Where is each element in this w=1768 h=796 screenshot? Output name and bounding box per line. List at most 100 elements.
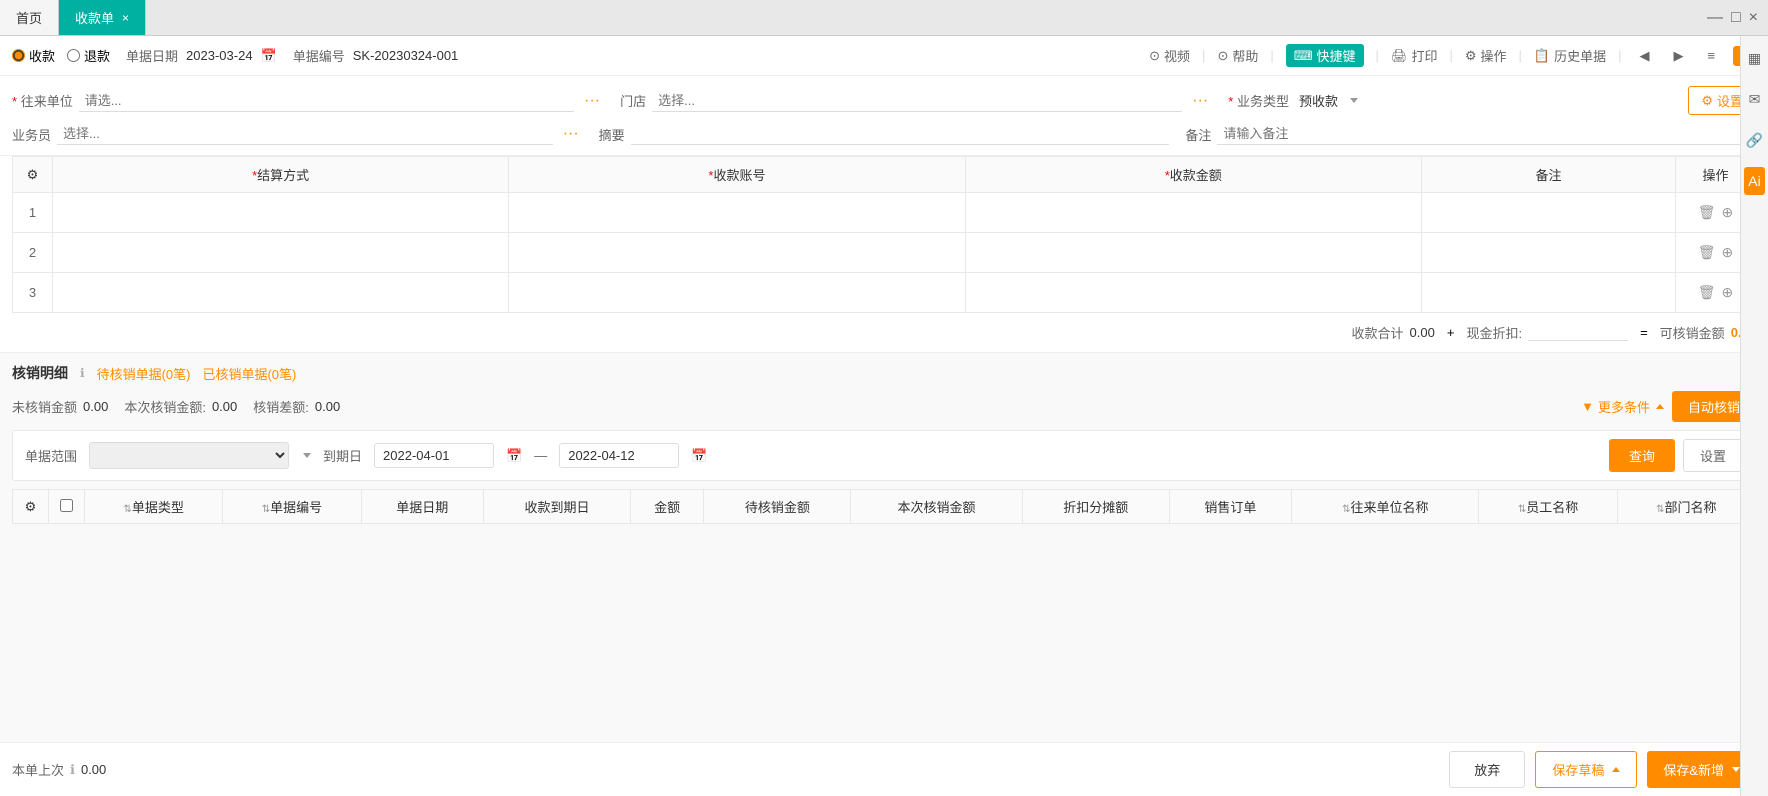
reconcile-info-icon[interactable]: ℹ [80,366,85,380]
query-btn[interactable]: 查询 [1609,439,1675,472]
date-from-input[interactable] [374,443,494,468]
bottom-col-doc-type: ⇅单据类型 [85,490,223,524]
help-btn[interactable]: ⊙ 帮助 [1217,46,1258,65]
row-2-account[interactable] [509,233,965,273]
row-2-copy-btn[interactable]: ⊕ [1722,244,1734,261]
store-more-btn[interactable]: ··· [1188,92,1212,110]
print-btn[interactable]: 🖨 打印 [1391,46,1438,65]
reconcile-title: 核销明细 [12,363,68,383]
radio-refund-input[interactable] [67,49,80,62]
current-label: 本次核销金额: [124,397,206,416]
row-3-settlement[interactable] [53,273,509,313]
save-draft-chevron-icon [1612,767,1620,772]
tab-home-label: 首页 [16,8,42,27]
staff-input[interactable] [57,123,553,145]
table-settings-icon[interactable]: ⚙ [27,167,39,182]
counterpart-field: * 往来单位 ··· [12,90,604,112]
date-separator: — [534,448,547,463]
radio-receipt[interactable]: 收款 [12,46,55,65]
radio-receipt-input[interactable] [12,49,25,62]
row-1-copy-btn[interactable]: ⊕ [1722,204,1734,221]
row-1-amount[interactable] [965,193,1421,233]
history-btn[interactable]: 📋 历史单据 [1534,46,1606,65]
remark-input[interactable] [1217,123,1756,145]
tab-home[interactable]: 首页 [0,0,59,35]
more-filter-btn[interactable]: ▼ 更多条件 [1581,397,1664,416]
row-1-remark[interactable] [1421,193,1675,233]
radio-receipt-label: 收款 [29,46,55,65]
store-input[interactable] [652,90,1182,112]
window-min-btn[interactable]: — [1707,9,1723,27]
sidebar-table-icon[interactable]: ▦ [1744,44,1765,73]
date-to-input[interactable] [559,443,679,468]
tab-close-icon[interactable]: × [122,11,129,25]
nav-next-btn[interactable]: ▶ [1668,46,1690,66]
done-tab[interactable]: 已核销单据(0笔) [202,364,296,383]
shortcut-btn[interactable]: ⌨ 快捷键 [1286,44,1364,67]
row-3-delete-btn[interactable]: 🗑 [1698,284,1716,301]
sidebar-link-icon[interactable]: 🔗 [1742,126,1767,155]
bottom-settings-icon[interactable]: ⚙ [25,499,37,514]
bottom-col-pending: 待核销金额 [704,490,851,524]
nav-prev-btn[interactable]: ◀ [1634,46,1656,66]
calendar-icon[interactable]: 📅 [261,48,277,64]
tab-current[interactable]: 收款单 × [59,0,146,35]
summary-input[interactable] [631,123,1170,145]
save-draft-btn[interactable]: 保存草稿 [1535,751,1637,788]
bottom-col-doc-no: ⇅单据编号 [223,490,361,524]
help-icon: ⊙ [1217,48,1228,64]
row-3-remark[interactable] [1421,273,1675,313]
range-select[interactable] [89,442,289,469]
abandon-btn[interactable]: 放弃 [1449,751,1525,788]
filter-settings-btn[interactable]: 设置 [1683,439,1743,472]
counterpart-more-btn[interactable]: ··· [580,92,604,110]
bottom-col-due-date: 收款到期日 [483,490,630,524]
bottom-col-checkbox[interactable] [49,490,85,524]
current-value: 0.00 [212,399,237,414]
sidebar-ai-icon[interactable]: Ai [1744,167,1764,195]
bottom-col-settings[interactable]: ⚙ [13,490,49,524]
layout-btn[interactable]: ≡ [1702,46,1722,65]
staff-more-btn[interactable]: ··· [559,125,583,143]
row-3-copy-btn[interactable]: ⊕ [1722,284,1734,301]
window-close-btn[interactable]: × [1749,9,1758,27]
reconcile-section: 核销明细 ℹ 待核销单据(0笔) 已核销单据(0笔) 未核销金额 0.00 本次… [0,353,1768,742]
row-2-settlement[interactable] [53,233,509,273]
row-1-delete-btn[interactable]: 🗑 [1698,204,1716,221]
video-btn[interactable]: ⊙ 视频 [1149,46,1190,65]
row-2-delete-btn[interactable]: 🗑 [1698,244,1716,261]
footer-info-icon[interactable]: ℹ [70,762,75,778]
discount-item: 现金折扣: [1466,323,1628,342]
summary-row: 收款合计 0.00 + 现金折扣: = 可核销金额 0.00 [0,313,1768,353]
radio-refund-label: 退款 [84,46,110,65]
keyboard-icon: ⌨ [1294,48,1313,64]
bottom-table-section: ⚙ ⇅单据类型 ⇅单据编号 单据日期 [12,489,1756,524]
total-label: 收款合计 [1352,323,1404,342]
select-all-checkbox[interactable] [60,499,73,512]
counterpart-label: * 往来单位 [12,91,73,110]
sidebar-mail-icon[interactable]: ✉ [1745,85,1765,114]
row-3-account[interactable] [509,273,965,313]
window-max-btn[interactable]: □ [1731,9,1741,27]
row-1-account[interactable] [509,193,965,233]
row-3-amount[interactable] [965,273,1421,313]
save-new-label: 保存&新增 [1663,760,1724,779]
operate-btn[interactable]: ⚙ 操作 [1465,46,1507,65]
col-settings-header[interactable]: ⚙ [13,157,53,193]
tab-bar: 首页 收款单 × — □ × [0,0,1768,36]
row-2-remark[interactable] [1421,233,1675,273]
row-2-amount[interactable] [965,233,1421,273]
row-1-settlement[interactable] [53,193,509,233]
business-type-dropdown-icon[interactable] [1350,98,1358,103]
filter-row: 单据范围 到期日 📅 — 📅 查询 设置 [12,430,1756,481]
discount-input[interactable] [1528,325,1628,341]
current-stat: 本次核销金额: 0.00 [124,397,237,416]
date-to-calendar-icon[interactable]: 📅 [691,448,707,464]
bottom-col-current: 本次核销金额 [851,490,1022,524]
counterpart-input[interactable] [79,90,574,112]
right-sidebar: ▦ ✉ 🔗 Ai [1740,36,1768,796]
date-from-calendar-icon[interactable]: 📅 [506,448,522,464]
operate-icon: ⚙ [1465,48,1477,64]
pending-tab[interactable]: 待核销单据(0笔) [97,364,191,383]
radio-refund[interactable]: 退款 [67,46,110,65]
